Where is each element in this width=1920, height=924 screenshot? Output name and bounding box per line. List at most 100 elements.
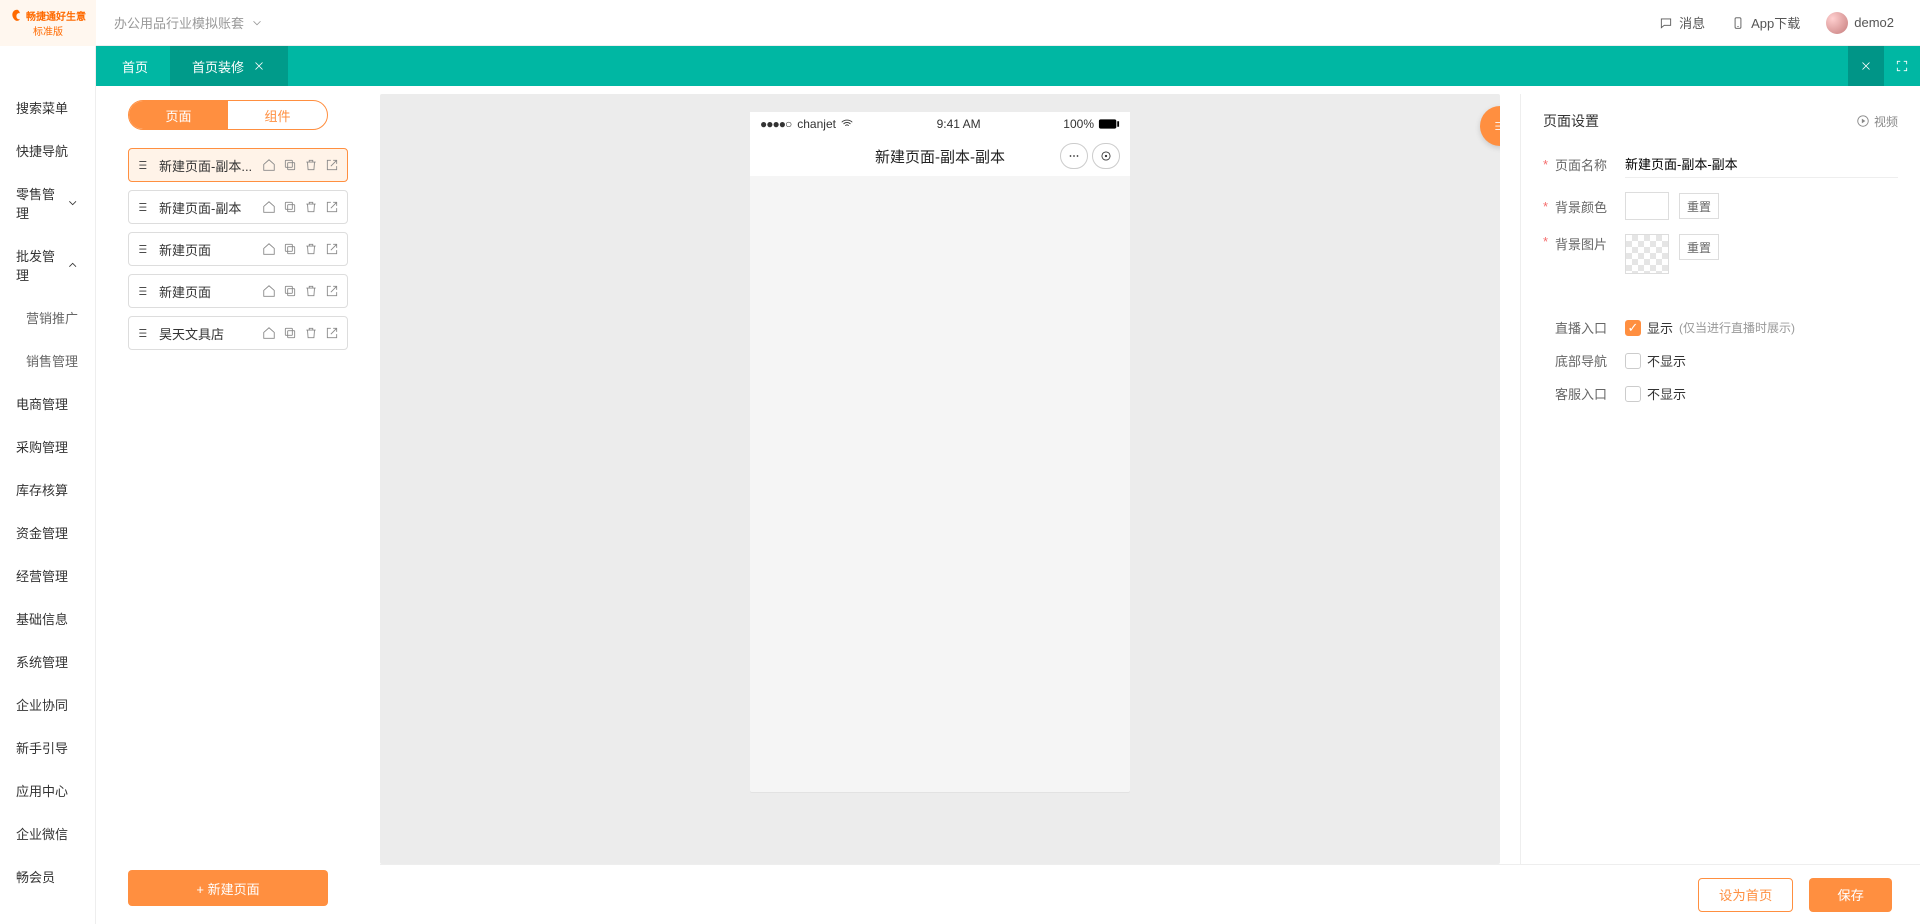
sidebar-sub-item[interactable]: 营销推广 [0, 296, 95, 339]
segment: 页面 组件 [128, 100, 328, 130]
page-title: 新建页面-副本-副本 [875, 146, 1005, 167]
copy-icon[interactable] [283, 158, 297, 172]
sidebar-item[interactable]: 库存核算 [0, 468, 95, 511]
delete-icon[interactable] [304, 284, 318, 298]
tenant-selector[interactable]: 办公用品行业模拟账套 [114, 13, 264, 32]
sidebar-item[interactable]: 基础信息 [0, 597, 95, 640]
drag-icon[interactable] [137, 242, 151, 256]
tab-close-all[interactable] [1848, 46, 1884, 86]
caret-icon [66, 196, 79, 210]
home-icon[interactable] [262, 158, 276, 172]
sidebar-item[interactable]: 畅会员 [0, 855, 95, 898]
page-row-name: 昊天文具店 [159, 324, 254, 343]
share-icon[interactable] [325, 158, 339, 172]
bg-image-upload[interactable] [1625, 234, 1669, 274]
page-row[interactable]: 新建页面 [128, 274, 348, 308]
delete-icon[interactable] [304, 200, 318, 214]
page-row[interactable]: 新建页面-副本... [128, 148, 348, 182]
tab-home[interactable]: 首页 [100, 46, 170, 86]
drag-icon[interactable] [137, 200, 151, 214]
tab-bar: 首页 首页装修 [0, 46, 1920, 86]
phone-icon [1731, 16, 1745, 30]
new-page-button[interactable]: + 新建页面 [128, 870, 328, 906]
sidebar-item[interactable]: 搜索菜单 [0, 86, 95, 129]
save-button[interactable]: 保存 [1809, 878, 1892, 912]
copy-icon[interactable] [283, 284, 297, 298]
sidebar-item[interactable]: 系统管理 [0, 640, 95, 683]
sidebar-item[interactable]: 经营管理 [0, 554, 95, 597]
sidebar-item[interactable]: 应用中心 [0, 769, 95, 812]
drag-icon[interactable] [137, 284, 151, 298]
segment-page[interactable]: 页面 [129, 101, 228, 129]
chat-icon [1659, 16, 1673, 30]
footer: 设为首页 保存 [380, 864, 1920, 924]
sidebar-sub-item[interactable]: 销售管理 [0, 339, 95, 382]
sidebar-item[interactable]: 新手引导 [0, 726, 95, 769]
nav-more-icon[interactable] [1060, 143, 1088, 169]
sidebar-item[interactable]: 电商管理 [0, 382, 95, 425]
copy-icon[interactable] [283, 200, 297, 214]
page-list-panel: 页面 组件 新建页面-副本...新建页面-副本新建页面新建页面昊天文具店 [128, 100, 348, 900]
page-row-name: 新建页面-副本... [159, 156, 254, 175]
delete-icon[interactable] [304, 326, 318, 340]
delete-icon[interactable] [304, 242, 318, 256]
video-link[interactable]: 视频 [1856, 113, 1898, 130]
status-bar: ●●●●○ chanjet 9:41 AM 100% [750, 112, 1130, 136]
page-row[interactable]: 昊天文具店 [128, 316, 348, 350]
sidebar-item[interactable]: 批发管理 [0, 234, 95, 296]
home-icon[interactable] [262, 326, 276, 340]
drag-icon[interactable] [137, 158, 151, 172]
home-icon[interactable] [262, 200, 276, 214]
sidebar-item[interactable]: 采购管理 [0, 425, 95, 468]
sidebar-item[interactable]: 资金管理 [0, 511, 95, 554]
page-row[interactable]: 新建页面 [128, 232, 348, 266]
user-menu[interactable]: demo2 [1826, 12, 1894, 34]
preview-canvas: ●●●●○ chanjet 9:41 AM 100% 新建页面-副本-副本 [380, 94, 1500, 864]
messages-button[interactable]: 消息 [1659, 13, 1705, 32]
page-row-name: 新建页面 [159, 240, 254, 259]
phone-preview: ●●●●○ chanjet 9:41 AM 100% 新建页面-副本-副本 [750, 112, 1130, 792]
copy-icon[interactable] [283, 242, 297, 256]
close-icon[interactable] [252, 59, 266, 73]
bg-color-swatch[interactable] [1625, 192, 1669, 220]
caret-icon [66, 258, 79, 272]
panel-title: 页面设置 [1543, 111, 1599, 131]
download-button[interactable]: App下载 [1731, 13, 1800, 32]
page-row-name: 新建页面-副本 [159, 198, 254, 217]
share-icon[interactable] [325, 326, 339, 340]
settings-panel: 页面设置 视频 *页面名称 *背景颜色 重置 *背景图片 重置 *直播入口 ✓ … [1520, 94, 1920, 864]
reset-bgcolor[interactable]: 重置 [1679, 193, 1719, 219]
delete-icon[interactable] [304, 158, 318, 172]
top-bar: 畅捷通好生意 标准版 办公用品行业模拟账套 消息 App下载 demo2 [0, 0, 1920, 46]
share-icon[interactable] [325, 242, 339, 256]
logo-icon [10, 8, 24, 22]
copy-icon[interactable] [283, 326, 297, 340]
segment-component[interactable]: 组件 [228, 101, 327, 129]
logo: 畅捷通好生意 标准版 [0, 0, 96, 46]
battery-icon [1098, 118, 1120, 130]
sidebar-item[interactable]: 企业微信 [0, 812, 95, 855]
sidebar-item[interactable]: 快捷导航 [0, 129, 95, 172]
bottom-nav-checkbox[interactable] [1625, 353, 1641, 369]
page-name-input[interactable] [1625, 150, 1898, 178]
home-icon[interactable] [262, 284, 276, 298]
live-checkbox[interactable]: ✓ [1625, 320, 1641, 336]
home-icon[interactable] [262, 242, 276, 256]
collapse-fab[interactable] [1480, 106, 1500, 146]
sidebar-item[interactable]: 企业协同 [0, 683, 95, 726]
workspace: 页面 组件 新建页面-副本...新建页面-副本新建页面新建页面昊天文具店 + 新… [100, 86, 1920, 924]
set-home-button[interactable]: 设为首页 [1698, 878, 1793, 912]
drag-icon[interactable] [137, 326, 151, 340]
share-icon[interactable] [325, 200, 339, 214]
sidebar: 搜索菜单快捷导航零售管理批发管理营销推广销售管理电商管理采购管理库存核算资金管理… [0, 46, 96, 924]
tab-fullscreen[interactable] [1884, 46, 1920, 86]
tab-deco[interactable]: 首页装修 [170, 46, 288, 86]
service-checkbox[interactable] [1625, 386, 1641, 402]
sidebar-item[interactable]: 零售管理 [0, 172, 95, 234]
share-icon[interactable] [325, 284, 339, 298]
chevron-down-icon [250, 16, 264, 30]
page-row-name: 新建页面 [159, 282, 254, 301]
page-row[interactable]: 新建页面-副本 [128, 190, 348, 224]
reset-bgimage[interactable]: 重置 [1679, 234, 1719, 260]
nav-target-icon[interactable] [1092, 143, 1120, 169]
